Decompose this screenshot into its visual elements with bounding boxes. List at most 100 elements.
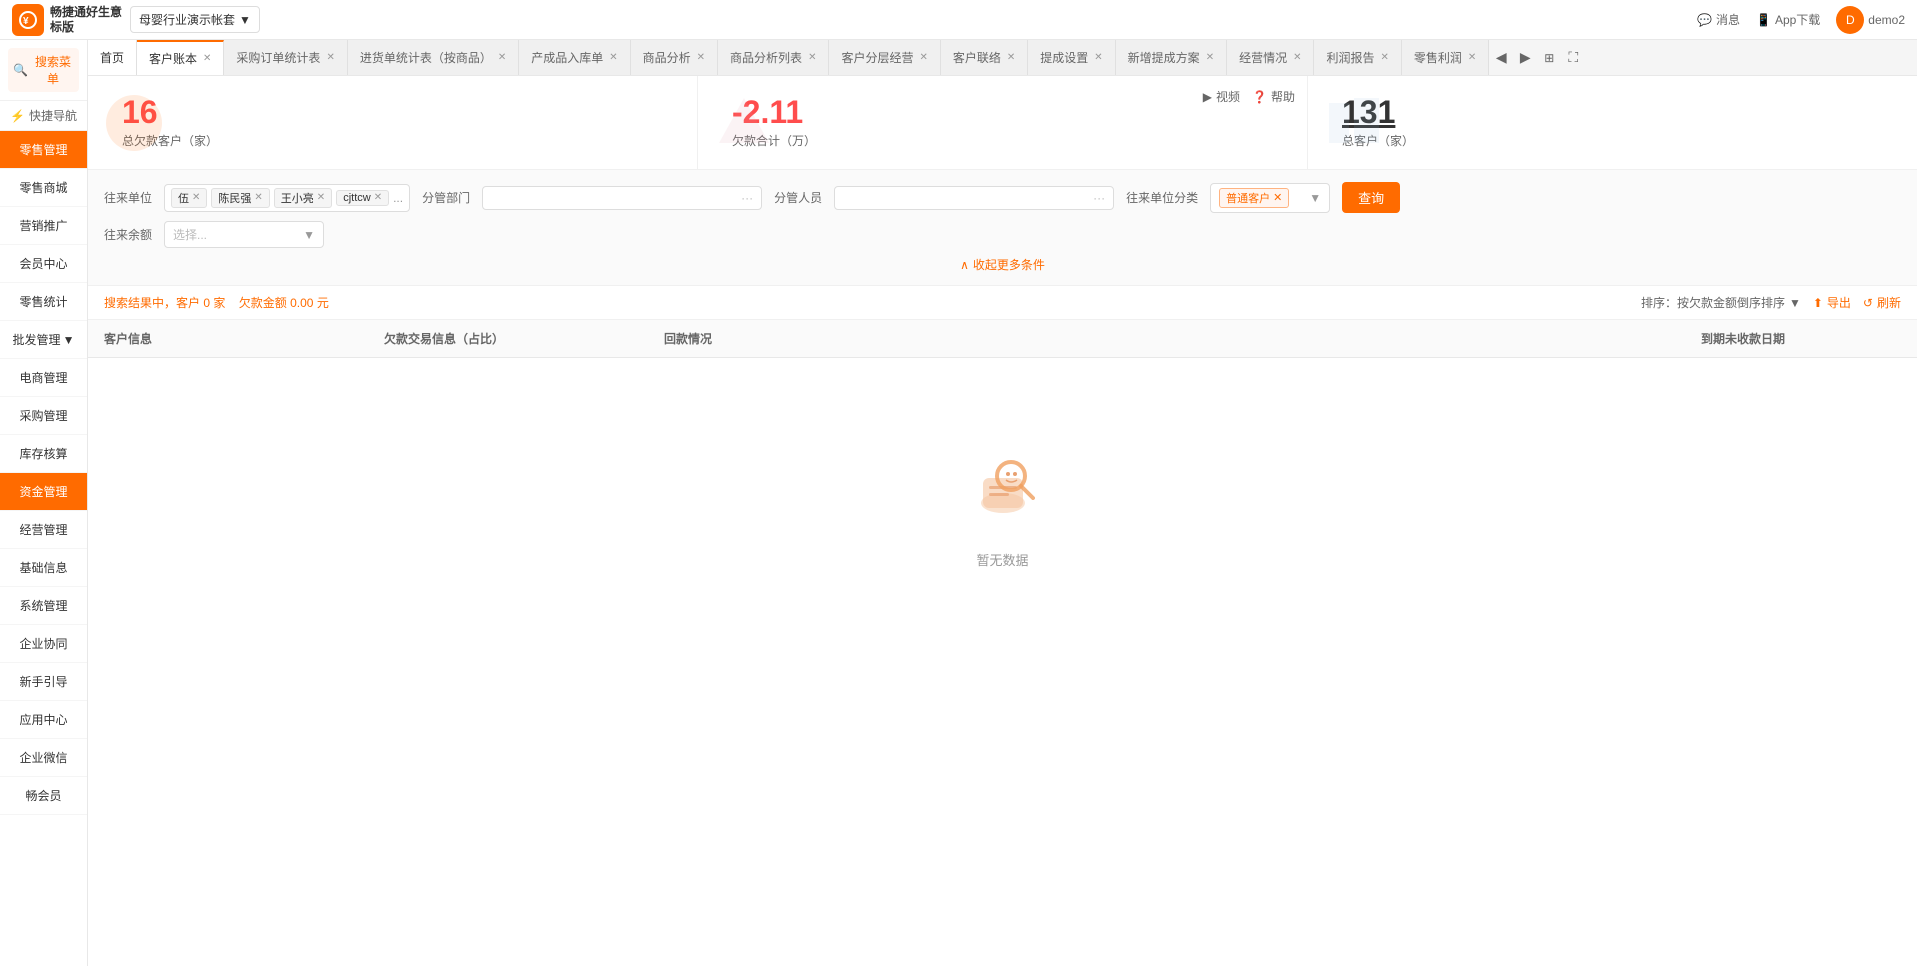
tab-home[interactable]: 首页 [88,40,137,76]
app-download-btn[interactable]: 📱 App下载 [1756,11,1820,28]
person-filter-input[interactable]: ··· [834,186,1114,210]
tab-profit-report[interactable]: 利润报告 ✕ [1314,40,1401,76]
unit-class-selected-tag: 普通客户 ✕ [1219,188,1289,208]
stat-actions: ▶ 视频 ❓ 帮助 [1203,88,1295,105]
unit-class-tag-close[interactable]: ✕ [1273,191,1282,204]
filter-more-btn[interactable]: ... [393,191,403,205]
tab-retail-profit[interactable]: 零售利润 ✕ [1402,40,1489,76]
help-btn[interactable]: ❓ 帮助 [1252,88,1295,105]
tab-next-btn[interactable]: ▶ [1513,40,1537,76]
sidebar-item-operations[interactable]: 经营管理 [0,511,87,549]
sidebar-item-enterprise[interactable]: 企业协同 [0,625,87,663]
video-btn[interactable]: ▶ 视频 [1203,88,1240,105]
chevron-down-icon: ▼ [239,13,251,27]
svg-text:¥: ¥ [23,16,29,27]
tab-new-plan[interactable]: 新增提成方案 ✕ [1116,40,1227,76]
sidebar-item-basic-info[interactable]: 基础信息 [0,549,87,587]
sidebar-item-finance[interactable]: 资金管理 [0,473,87,511]
tab-close-production-inbound[interactable]: ✕ [609,52,617,63]
nav-icon: ⚡ [10,109,25,123]
tab-product-analysis[interactable]: 商品分析 ✕ [631,40,718,76]
tab-close-raise-settings[interactable]: ✕ [1094,52,1102,63]
account-selector[interactable]: 母婴行业演示帐套 ▼ [130,6,260,33]
sidebar-item-guide[interactable]: 新手引导 [0,663,87,701]
tab-close-retail-profit[interactable]: ✕ [1468,52,1476,63]
message-btn[interactable]: 💬 消息 [1697,11,1740,28]
sidebar-item-app-center[interactable]: 应用中心 [0,701,87,739]
tab-bar: 首页 客户账本 ✕ 采购订单统计表 ✕ 进货单统计表（按商品） ✕ 产成品入库单… [88,40,1917,76]
quick-nav-btn[interactable]: ⚡ 快捷导航 [0,101,87,131]
tab-close-product-analysis[interactable]: ✕ [697,52,705,63]
export-btn[interactable]: ⬆ 导出 [1813,294,1851,311]
tab-close-profit-report[interactable]: ✕ [1381,52,1389,63]
sidebar-item-enterprise-wechat[interactable]: 企业微信 [0,739,87,777]
unit-filter-tags[interactable]: 伍 ✕ 陈民强 ✕ 王小亮 ✕ cjttcw ✕ [164,184,410,212]
export-icon: ⬆ [1813,296,1823,310]
tab-fullscreen-btn[interactable]: ⛶ [1561,40,1585,76]
tab-product-analysis-list[interactable]: 商品分析列表 ✕ [718,40,829,76]
table-col-4: 到期未收款日期 [1701,330,1901,347]
stat-card-total: 131 总客户（家） [1308,76,1917,169]
sidebar-item-vip[interactable]: 畅会员 [0,777,87,815]
tab-close-business-status[interactable]: ✕ [1293,52,1301,63]
search-menu-btn[interactable]: 🔍 搜索菜单 [8,48,79,92]
tab-close-purchase-orders[interactable]: ✕ [326,52,334,63]
sidebar-item-wholesale[interactable]: 批发管理 ▼ [0,321,87,359]
tab-close-product-analysis-list[interactable]: ✕ [808,52,816,63]
table-col-3: 回款情况 [664,330,1701,347]
filter-tag-2: 陈民强 ✕ [211,188,269,208]
help-icon: ❓ [1252,90,1267,104]
collapse-btn[interactable]: ∧ 收起更多条件 [104,256,1901,273]
result-info: 搜索结果中，客户 0 家 欠款金额 0.00 元 排序：按欠款金额倒序排序 ▼ … [88,286,1917,320]
refresh-btn[interactable]: ↺ 刷新 [1863,294,1901,311]
sidebar-item-retail-stats[interactable]: 零售统计 [0,283,87,321]
arrow-icon: ▼ [63,333,75,347]
unit-class-select[interactable]: 普通客户 ✕ ▼ [1210,183,1330,213]
table-col-1: 客户信息 [104,330,384,347]
stat-card-customers: ¥ 16 总欠款客户（家） [88,76,698,169]
stat-icon-2 [714,93,774,153]
sidebar-item-purchase[interactable]: 采购管理 [0,397,87,435]
filter-tag-4: cjttcw ✕ [336,190,389,206]
sort-select[interactable]: 排序：按欠款金额倒序排序 ▼ [1641,294,1801,311]
tab-inbound-stats[interactable]: 进货单统计表（按商品） ✕ [348,40,519,76]
tab-production-inbound[interactable]: 产成品入库单 ✕ [519,40,630,76]
filter-tag-close-3[interactable]: ✕ [317,192,325,203]
filter-row-2: 往来余额 选择... ▼ [104,221,1901,248]
tab-customer-segments[interactable]: 客户分层经营 ✕ [829,40,940,76]
tab-close-customer-segments[interactable]: ✕ [919,52,927,63]
sidebar-item-retail[interactable]: 零售管理 [0,131,87,169]
tab-close-customers[interactable]: ✕ [203,53,211,64]
stats-row: ¥ 16 总欠款客户（家） -2.11 欠款合计（万） [88,76,1917,170]
dept-filter-input[interactable]: ··· [482,186,762,210]
tab-customers[interactable]: 客户账本 ✕ [137,40,224,76]
balance-placeholder: 选择... [173,226,207,243]
tab-raise-settings[interactable]: 提成设置 ✕ [1028,40,1115,76]
chevron-down-icon-3: ▼ [303,228,315,242]
sidebar-item-inventory[interactable]: 库存核算 [0,435,87,473]
sidebar: 🔍 搜索菜单 ⚡ 快捷导航 零售管理 零售商城 营销推广 会员中心 零售统计 批… [0,40,88,966]
table-header: 客户信息 欠款交易信息（占比） 回款情况 到期未收款日期 [88,320,1917,358]
tab-prev-btn[interactable]: ◀ [1489,40,1513,76]
data-table: 客户信息 欠款交易信息（占比） 回款情况 到期未收款日期 [88,320,1917,649]
tab-customer-contact[interactable]: 客户联络 ✕ [941,40,1028,76]
sidebar-item-system[interactable]: 系统管理 [0,587,87,625]
avatar: D [1836,6,1864,34]
user-avatar[interactable]: D demo2 [1836,6,1905,34]
tab-close-customer-contact[interactable]: ✕ [1007,52,1015,63]
sidebar-item-member[interactable]: 会员中心 [0,245,87,283]
query-btn[interactable]: 查询 [1342,182,1400,213]
refresh-icon: ↺ [1863,296,1873,310]
sidebar-item-marketing[interactable]: 营销推广 [0,207,87,245]
sidebar-item-ecommerce[interactable]: 电商管理 [0,359,87,397]
filter-tag-close-1[interactable]: ✕ [192,192,200,203]
tab-close-inbound-stats[interactable]: ✕ [498,52,506,63]
tab-more-btn[interactable]: ⊞ [1537,40,1561,76]
tab-close-new-plan[interactable]: ✕ [1206,52,1214,63]
filter-tag-close-2[interactable]: ✕ [254,192,262,203]
balance-filter-select[interactable]: 选择... ▼ [164,221,324,248]
tab-purchase-orders[interactable]: 采购订单统计表 ✕ [224,40,347,76]
tab-business-status[interactable]: 经营情况 ✕ [1227,40,1314,76]
sidebar-item-retail-mall[interactable]: 零售商城 [0,169,87,207]
filter-tag-close-4[interactable]: ✕ [374,192,382,203]
